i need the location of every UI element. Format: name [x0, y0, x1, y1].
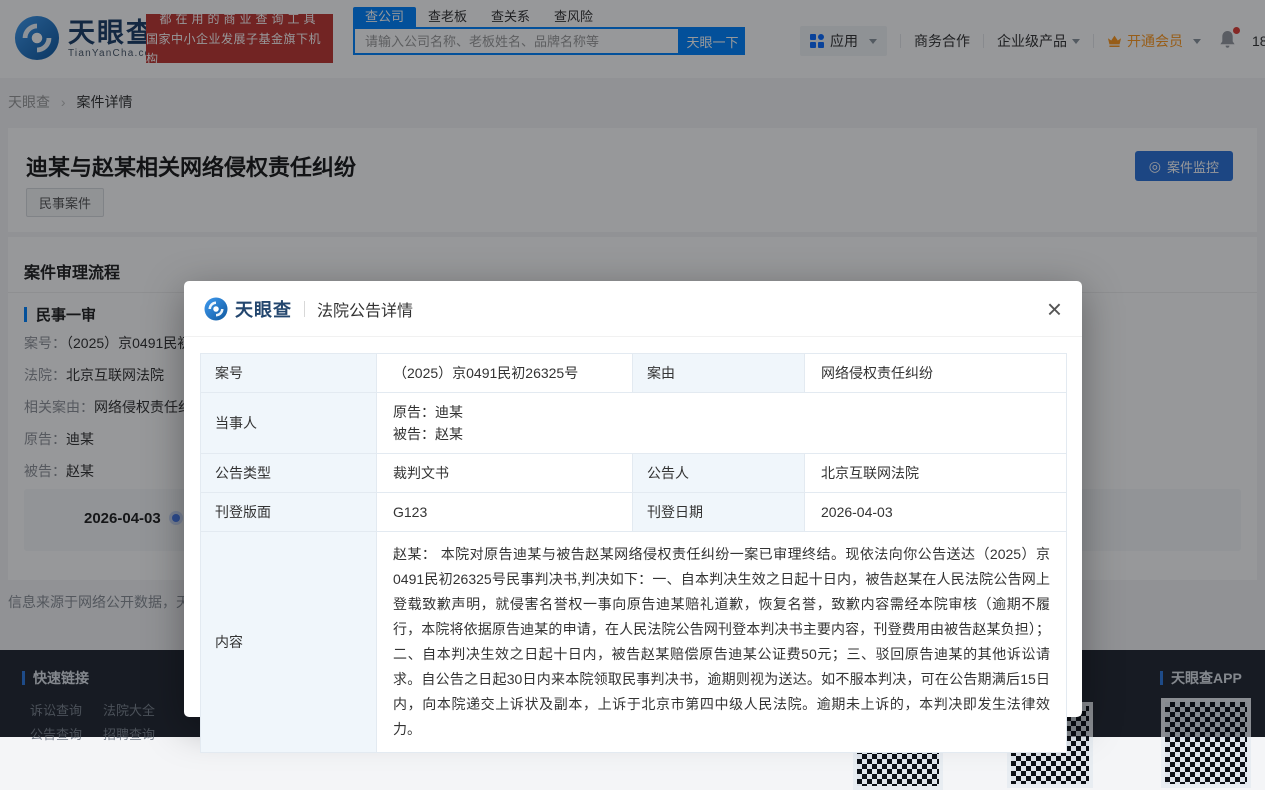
- modal-header: 天眼查 法院公告详情 ×: [184, 281, 1082, 337]
- cause-value: 网络侵权责任纠纷: [805, 354, 1067, 393]
- table-row: 内容 赵某： 本院对原告迪某与被告赵某网络侵权责任纠纷一案已审理终结。现依法向你…: [201, 532, 1067, 753]
- cause-label: 案由: [633, 354, 805, 393]
- publication-page-label: 刊登版面: [201, 493, 377, 532]
- tianyancha-logo-icon: [204, 297, 228, 321]
- modal-brand-name: 天眼查: [235, 296, 292, 322]
- case-number-value: （2025）京0491民初26325号: [377, 354, 633, 393]
- modal-title: 法院公告详情: [317, 297, 413, 321]
- close-icon[interactable]: ×: [1047, 296, 1062, 322]
- announcement-type-label: 公告类型: [201, 454, 377, 493]
- content-label: 内容: [201, 532, 377, 753]
- modal-brand-logo: 天眼查: [204, 296, 292, 322]
- content-value: 赵某： 本院对原告迪某与被告赵某网络侵权责任纠纷一案已审理终结。现依法向你公告送…: [377, 532, 1067, 753]
- announcer-value: 北京互联网法院: [805, 454, 1067, 493]
- announcement-type-value: 裁判文书: [377, 454, 633, 493]
- plaintiff-line: 原告：迪某: [393, 401, 1050, 423]
- parties-value: 原告：迪某 被告：赵某: [377, 393, 1067, 454]
- table-row: 刊登版面 G123 刊登日期 2026-04-03: [201, 493, 1067, 532]
- announcer-label: 公告人: [633, 454, 805, 493]
- table-row: 案号 （2025）京0491民初26325号 案由 网络侵权责任纠纷: [201, 354, 1067, 393]
- table-row: 当事人 原告：迪某 被告：赵某: [201, 393, 1067, 454]
- table-row: 公告类型 裁判文书 公告人 北京互联网法院: [201, 454, 1067, 493]
- defendant-line: 被告：赵某: [393, 423, 1050, 445]
- case-number-label: 案号: [201, 354, 377, 393]
- announcement-detail-table: 案号 （2025）京0491民初26325号 案由 网络侵权责任纠纷 当事人 原…: [200, 353, 1067, 753]
- divider: [304, 301, 305, 317]
- publication-date-value: 2026-04-03: [805, 493, 1067, 532]
- parties-label: 当事人: [201, 393, 377, 454]
- court-announcement-modal: 天眼查 法院公告详情 × 案号 （2025）京0491民初26325号 案由 网…: [184, 281, 1082, 717]
- publication-date-label: 刊登日期: [633, 493, 805, 532]
- publication-page-value: G123: [377, 493, 633, 532]
